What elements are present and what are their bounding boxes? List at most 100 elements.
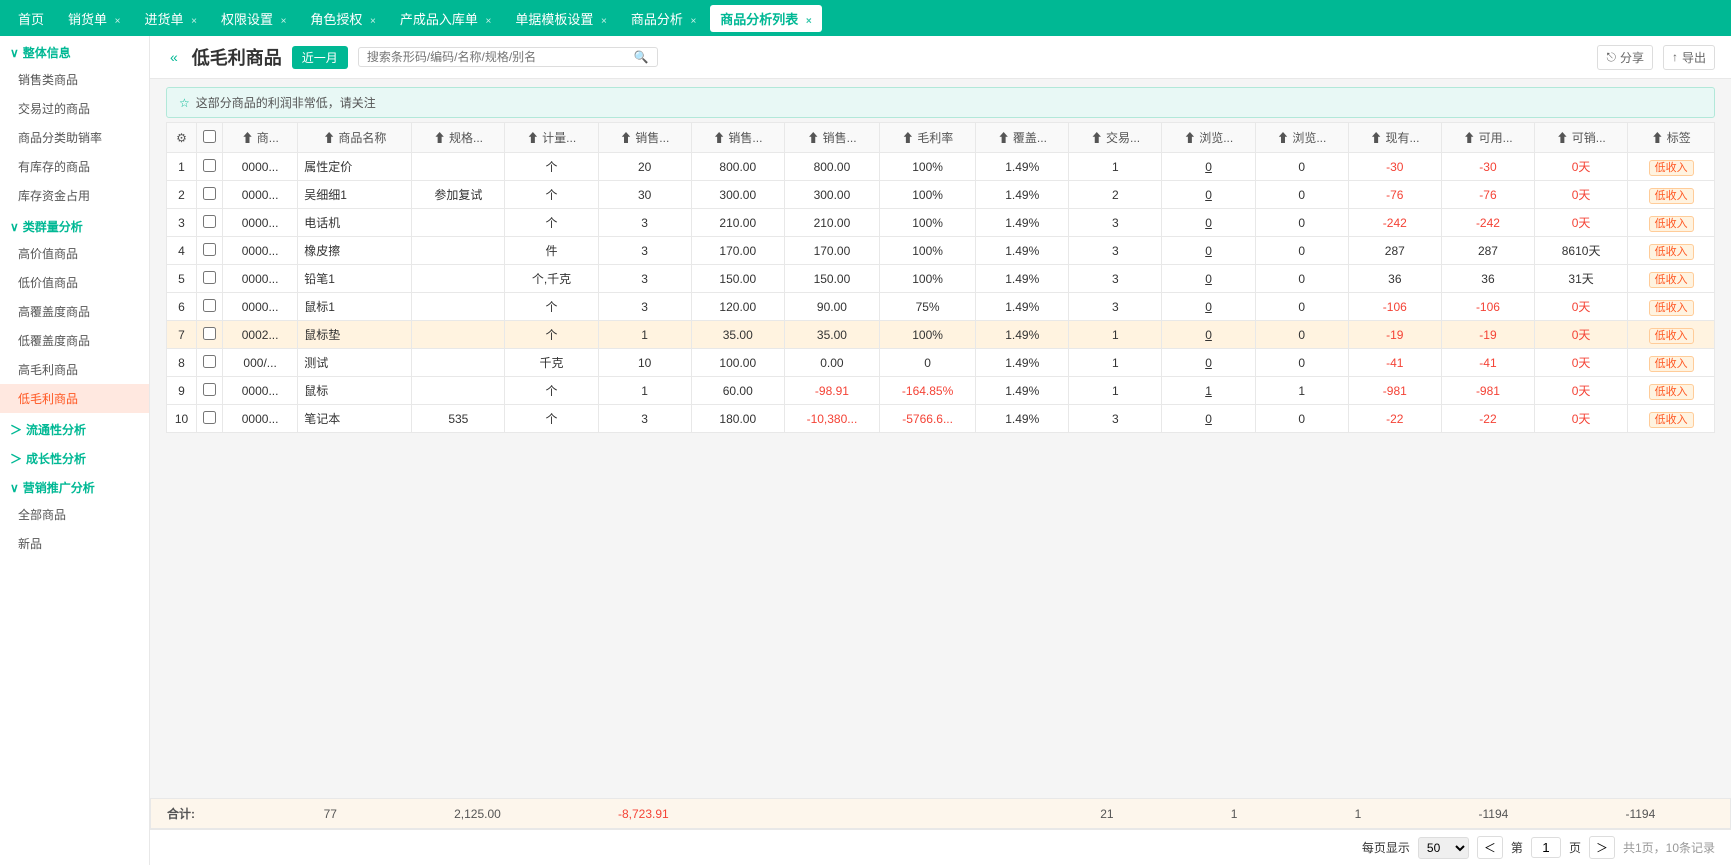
row-select-checkbox[interactable] bbox=[203, 187, 216, 200]
row-sales1: 10 bbox=[598, 349, 691, 377]
row-sales3: 90.00 bbox=[784, 293, 879, 321]
nav-product-inbound[interactable]: 产成品入库单 × bbox=[390, 5, 501, 32]
row-select-checkbox[interactable] bbox=[203, 299, 216, 312]
row-gross: 0 bbox=[880, 349, 976, 377]
sidebar-group-cluster[interactable]: ∨ 类群量分析 bbox=[0, 210, 149, 239]
search-input[interactable] bbox=[367, 50, 634, 64]
row-checkbox[interactable] bbox=[197, 265, 223, 293]
page-label: 第 bbox=[1511, 839, 1523, 856]
row-checkbox[interactable] bbox=[197, 181, 223, 209]
sidebar-group-marketing[interactable]: ∨ 营销推广分析 bbox=[0, 471, 149, 500]
export-icon: ↑ bbox=[1672, 50, 1678, 64]
col-settings[interactable]: ⚙ bbox=[167, 123, 197, 153]
row-stock: -76 bbox=[1348, 181, 1441, 209]
row-avail: 36 bbox=[1441, 265, 1534, 293]
nav-home[interactable]: 首页 bbox=[8, 5, 54, 32]
nav-product-analysis[interactable]: 商品分析 × bbox=[621, 5, 706, 32]
page-input[interactable] bbox=[1531, 837, 1561, 858]
prev-page-button[interactable]: ＜ bbox=[1477, 836, 1503, 859]
sidebar-item-all-products[interactable]: 全部商品 bbox=[0, 500, 149, 529]
sidebar-group-overview[interactable]: ∨ 整体信息 bbox=[0, 36, 149, 65]
row-sellable: 0天 bbox=[1535, 377, 1628, 405]
chevron-right-icon2: ＞ bbox=[10, 450, 22, 467]
row-code: 0000... bbox=[223, 181, 298, 209]
row-tx: 3 bbox=[1069, 237, 1162, 265]
table-row: 3 0000... 电话机 个 3 210.00 210.00 100% 1.4… bbox=[167, 209, 1715, 237]
row-gross: 100% bbox=[880, 209, 976, 237]
row-browse1: 1 bbox=[1162, 377, 1255, 405]
row-checkbox[interactable] bbox=[197, 153, 223, 181]
search-icon[interactable]: 🔍 bbox=[634, 50, 649, 64]
col-checkbox-all[interactable] bbox=[197, 123, 223, 153]
row-select-checkbox[interactable] bbox=[203, 243, 216, 256]
sidebar-item-high-value[interactable]: 高价值商品 bbox=[0, 239, 149, 268]
sidebar-item-low-margin[interactable]: 低毛利商品 bbox=[0, 384, 149, 413]
nav-product-analysis-list[interactable]: 商品分析列表 × bbox=[710, 5, 821, 32]
nav-template-setting[interactable]: 单据模板设置 × bbox=[505, 5, 616, 32]
row-sellable: 8610天 bbox=[1535, 237, 1628, 265]
sidebar-item-traded-products[interactable]: 交易过的商品 bbox=[0, 94, 149, 123]
row-stock: 287 bbox=[1348, 237, 1441, 265]
row-select-checkbox[interactable] bbox=[203, 411, 216, 424]
row-checkbox[interactable] bbox=[197, 349, 223, 377]
row-spec bbox=[412, 209, 505, 237]
row-coverage: 1.49% bbox=[976, 293, 1069, 321]
row-checkbox[interactable] bbox=[197, 321, 223, 349]
sidebar-group-growth[interactable]: ＞ 成长性分析 bbox=[0, 442, 149, 471]
col-name-header: ⬆ 商品名称 bbox=[298, 123, 412, 153]
next-page-button[interactable]: ＞ bbox=[1589, 836, 1615, 859]
row-select-checkbox[interactable] bbox=[203, 159, 216, 172]
row-select-checkbox[interactable] bbox=[203, 271, 216, 284]
per-page-select[interactable]: 50 100 200 bbox=[1418, 837, 1469, 859]
sidebar-item-new-products[interactable]: 新品 bbox=[0, 529, 149, 558]
sidebar-item-low-coverage[interactable]: 低覆盖度商品 bbox=[0, 326, 149, 355]
row-browse2: 0 bbox=[1255, 293, 1348, 321]
row-select-checkbox[interactable] bbox=[203, 383, 216, 396]
col-sales1-header: ⬆ 销售... bbox=[598, 123, 691, 153]
row-sales2: 100.00 bbox=[691, 349, 784, 377]
sidebar-group-circulation[interactable]: ＞ 流通性分析 bbox=[0, 413, 149, 442]
nav-purchase-order[interactable]: 进货单 × bbox=[134, 5, 206, 32]
nav-permission[interactable]: 权限设置 × bbox=[211, 5, 296, 32]
date-filter-button[interactable]: 近一月 bbox=[292, 46, 348, 69]
row-stock: -41 bbox=[1348, 349, 1441, 377]
sidebar-item-stock-capital[interactable]: 库存资金占用 bbox=[0, 181, 149, 210]
row-gross: 75% bbox=[880, 293, 976, 321]
row-select-checkbox[interactable] bbox=[203, 327, 216, 340]
sidebar-item-low-value[interactable]: 低价值商品 bbox=[0, 268, 149, 297]
share-button[interactable]: ⎋ 分享 bbox=[1597, 45, 1653, 70]
sidebar-item-high-margin[interactable]: 高毛利商品 bbox=[0, 355, 149, 384]
row-checkbox[interactable] bbox=[197, 405, 223, 433]
row-sales2: 35.00 bbox=[691, 321, 784, 349]
row-checkbox[interactable] bbox=[197, 237, 223, 265]
row-name: 鼠标1 bbox=[298, 293, 412, 321]
row-browse1: 0 bbox=[1162, 321, 1255, 349]
sidebar-item-sales-products[interactable]: 销售类商品 bbox=[0, 65, 149, 94]
sidebar-item-category-sales-rate[interactable]: 商品分类助销率 bbox=[0, 123, 149, 152]
sidebar-item-high-coverage[interactable]: 高覆盖度商品 bbox=[0, 297, 149, 326]
row-checkbox[interactable] bbox=[197, 209, 223, 237]
row-sales3: 35.00 bbox=[784, 321, 879, 349]
footer-tx: 21 bbox=[1100, 807, 1113, 821]
row-tag: 低收入 bbox=[1628, 377, 1715, 405]
export-button[interactable]: ↑ 导出 bbox=[1663, 45, 1715, 70]
row-select-checkbox[interactable] bbox=[203, 215, 216, 228]
row-code: 0000... bbox=[223, 293, 298, 321]
row-name: 电话机 bbox=[298, 209, 412, 237]
row-checkbox[interactable] bbox=[197, 293, 223, 321]
sidebar-collapse-btn[interactable]: « bbox=[166, 47, 182, 67]
col-tx-header: ⬆ 交易... bbox=[1069, 123, 1162, 153]
row-name: 吴细细1 bbox=[298, 181, 412, 209]
row-sales1: 1 bbox=[598, 321, 691, 349]
row-select-checkbox[interactable] bbox=[203, 355, 216, 368]
row-avail: -30 bbox=[1441, 153, 1534, 181]
sidebar-item-stocked-products[interactable]: 有库存的商品 bbox=[0, 152, 149, 181]
row-avail: -19 bbox=[1441, 321, 1534, 349]
row-checkbox[interactable] bbox=[197, 377, 223, 405]
select-all-checkbox[interactable] bbox=[203, 130, 216, 143]
nav-sales-order[interactable]: 销货单 × bbox=[58, 5, 130, 32]
row-gross: -164.85% bbox=[880, 377, 976, 405]
row-unit: 个 bbox=[505, 181, 598, 209]
page-header: « 低毛利商品 近一月 🔍 ⎋ 分享 ↑ 导出 bbox=[150, 36, 1731, 79]
nav-role-auth[interactable]: 角色授权 × bbox=[300, 5, 385, 32]
